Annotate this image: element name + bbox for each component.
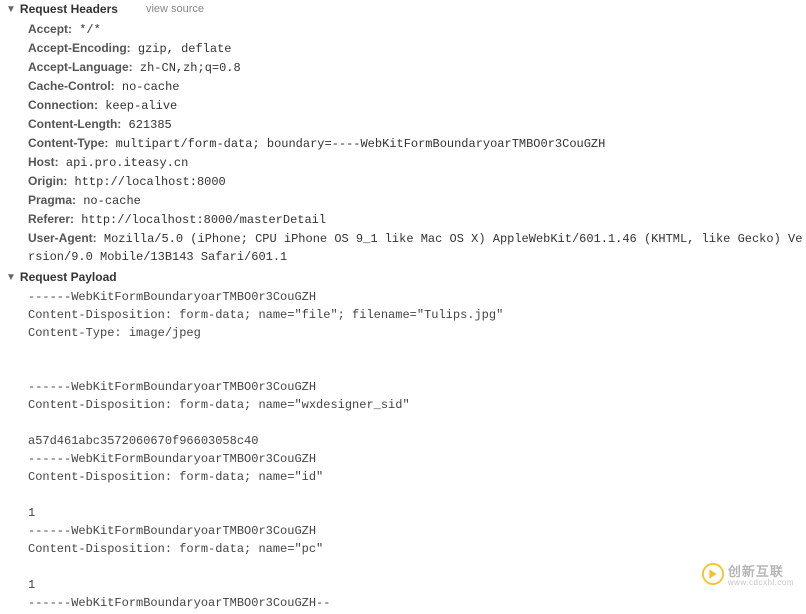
header-key: Referer: <box>28 212 74 226</box>
collapse-arrow-icon: ▼ <box>6 4 16 15</box>
header-key: Accept-Encoding: <box>28 41 131 55</box>
header-value: http://localhost:8000/masterDetail <box>81 213 326 227</box>
header-value: no-cache <box>122 80 180 94</box>
header-value: api.pro.iteasy.cn <box>66 156 188 170</box>
header-row: Connection: keep-alive <box>28 96 806 115</box>
header-row: Content-Type: multipart/form-data; bound… <box>28 134 806 153</box>
header-row: Content-Length: 621385 <box>28 115 806 134</box>
header-row: Accept-Encoding: gzip, deflate <box>28 39 806 58</box>
header-key: Origin: <box>28 174 67 188</box>
header-row: User-Agent: Mozilla/5.0 (iPhone; CPU iPh… <box>28 229 806 266</box>
section-title: Request Headers <box>20 2 118 16</box>
header-value: */* <box>79 23 101 37</box>
header-value: multipart/form-data; boundary=----WebKit… <box>116 137 606 151</box>
header-key: Pragma: <box>28 193 76 207</box>
header-key: Accept-Language: <box>28 60 133 74</box>
section-title: Request Payload <box>20 270 117 284</box>
header-row: Host: api.pro.iteasy.cn <box>28 153 806 172</box>
header-value: gzip, deflate <box>138 42 232 56</box>
header-row: Pragma: no-cache <box>28 191 806 210</box>
header-key: Cache-Control: <box>28 79 115 93</box>
header-value: zh-CN,zh;q=0.8 <box>140 61 241 75</box>
header-key: Content-Length: <box>28 117 121 131</box>
request-payload-body: ------WebKitFormBoundaryoarTMBO0r3CouGZH… <box>0 286 806 614</box>
header-row: Origin: http://localhost:8000 <box>28 172 806 191</box>
header-value: Mozilla/5.0 (iPhone; CPU iPhone OS 9_1 l… <box>28 232 802 264</box>
header-value: 621385 <box>129 118 172 132</box>
header-value: keep-alive <box>105 99 177 113</box>
header-key: Accept: <box>28 22 72 36</box>
header-row: Cache-Control: no-cache <box>28 77 806 96</box>
header-value: no-cache <box>83 194 141 208</box>
header-value: http://localhost:8000 <box>75 175 226 189</box>
header-key: Host: <box>28 155 59 169</box>
collapse-arrow-icon: ▼ <box>6 272 16 283</box>
request-payload-section-header[interactable]: ▼ Request Payload <box>0 268 806 286</box>
header-row: Referer: http://localhost:8000/masterDet… <box>28 210 806 229</box>
request-headers-section-header[interactable]: ▼ Request Headers view source <box>0 0 806 18</box>
header-row: Accept-Language: zh-CN,zh;q=0.8 <box>28 58 806 77</box>
request-headers-list: Accept: */* Accept-Encoding: gzip, defla… <box>0 18 806 268</box>
header-key: User-Agent: <box>28 231 97 245</box>
header-key: Content-Type: <box>28 136 108 150</box>
view-source-link[interactable]: view source <box>146 3 204 15</box>
header-key: Connection: <box>28 98 98 112</box>
header-row: Accept: */* <box>28 20 806 39</box>
